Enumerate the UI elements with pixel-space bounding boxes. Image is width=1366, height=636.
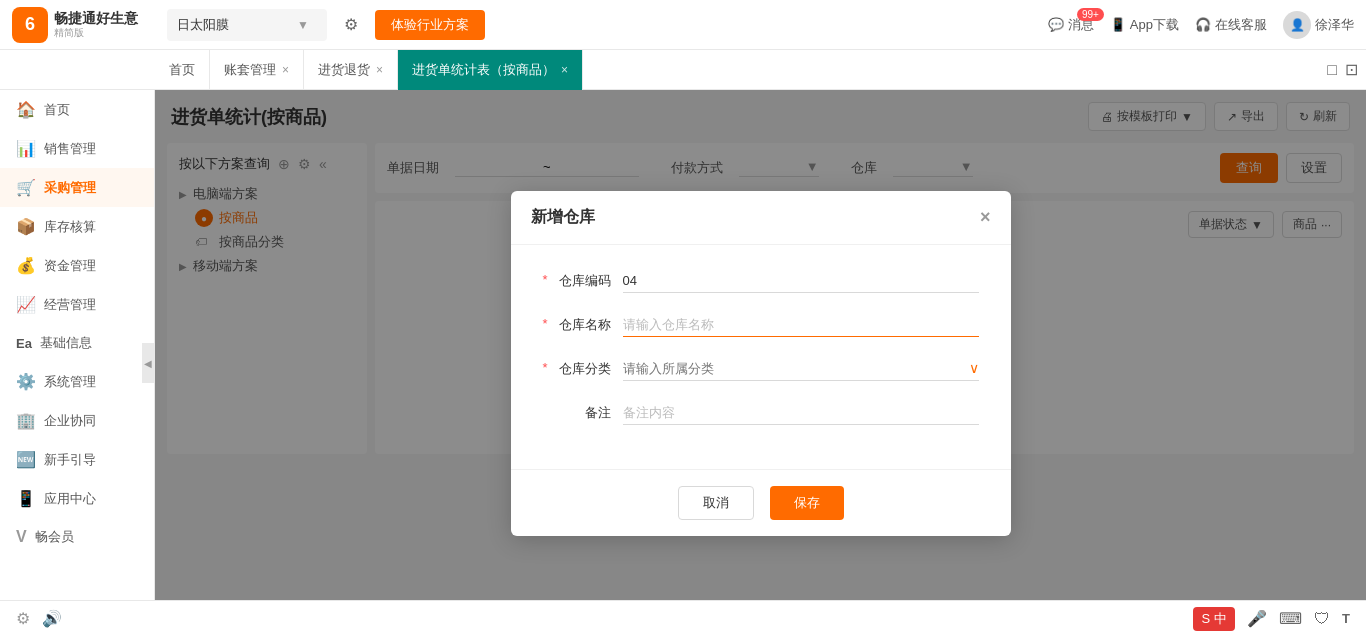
logo-title: 畅捷通好生意 (54, 10, 138, 27)
search-input[interactable] (177, 17, 297, 32)
sidebar-item-vip[interactable]: V 畅会员 (0, 518, 154, 556)
sidebar-item-operations[interactable]: 📈 经营管理 (0, 285, 154, 324)
warehouse-category-select[interactable]: ∨ (623, 357, 979, 381)
sidebar-item-enterprise[interactable]: 🏢 企业协同 (0, 401, 154, 440)
tab-home[interactable]: 首页 (155, 50, 210, 90)
sidebar-item-basic-info[interactable]: Ea 基础信息 (0, 324, 154, 362)
basic-info-icon: Ea (16, 336, 32, 351)
form-row-name: 仓库名称 (543, 313, 979, 337)
modal-title: 新增仓库 (531, 207, 595, 228)
shield-icon[interactable]: 🛡 (1314, 610, 1330, 628)
phone-icon: 📱 (1110, 17, 1126, 32)
form-label-category: 仓库分类 (543, 360, 623, 378)
avatar: 👤 (1283, 11, 1311, 39)
settings-icon[interactable]: ⚙ (335, 9, 367, 41)
bottom-sound-icon[interactable]: 🔊 (42, 609, 62, 628)
operations-icon: 📈 (16, 295, 36, 314)
logo-area: 6 畅捷通好生意 精简版 (12, 7, 167, 43)
tab-account[interactable]: 账套管理 × (210, 50, 304, 90)
main-layout: 🏠 首页 📊 销售管理 🛒 采购管理 📦 库存核算 💰 资金管理 📈 经营管理 … (0, 90, 1366, 636)
keyboard-icon[interactable]: ⌨ (1279, 609, 1302, 628)
form-label-name: 仓库名称 (543, 316, 623, 334)
modal-body: 仓库编码 仓库名称 仓库分类 (511, 245, 1011, 469)
bottom-settings-icon[interactable]: ⚙ (16, 609, 30, 628)
category-input[interactable] (623, 357, 969, 380)
sidebar-item-sales[interactable]: 📊 销售管理 (0, 129, 154, 168)
system-icon: ⚙️ (16, 372, 36, 391)
form-row-notes: 备注 (543, 401, 979, 425)
tab-close-purchase-stats[interactable]: × (561, 63, 568, 77)
save-button[interactable]: 保存 (770, 486, 844, 520)
form-label-code: 仓库编码 (543, 272, 623, 290)
text-icon[interactable]: T (1342, 611, 1350, 626)
headset-icon: 🎧 (1195, 17, 1211, 32)
modal-footer: 取消 保存 (511, 469, 1011, 536)
sidebar-item-system[interactable]: ⚙️ 系统管理 (0, 362, 154, 401)
sidebar-item-inventory[interactable]: 📦 库存核算 (0, 207, 154, 246)
messages-item[interactable]: 💬 消息 99+ (1048, 16, 1094, 34)
tab-bar: 首页 账套管理 × 进货退货 × 进货单统计表（按商品） × □ ⊡ (0, 50, 1366, 90)
logo-sub: 精简版 (54, 27, 138, 39)
logo-icon: 6 (12, 7, 48, 43)
warehouse-code-input[interactable] (623, 269, 979, 293)
sidebar-item-home[interactable]: 🏠 首页 (0, 90, 154, 129)
user-item[interactable]: 👤 徐泽华 (1283, 11, 1354, 39)
sales-icon: 📊 (16, 139, 36, 158)
form-row-category: 仓库分类 ∨ (543, 357, 979, 381)
sidebar-item-finance[interactable]: 💰 资金管理 (0, 246, 154, 285)
form-row-code: 仓库编码 (543, 269, 979, 293)
purchase-icon: 🛒 (16, 178, 36, 197)
mic-icon[interactable]: 🎤 (1247, 609, 1267, 628)
cancel-button[interactable]: 取消 (678, 486, 754, 520)
tab-close-account[interactable]: × (282, 63, 289, 77)
vip-icon: V (16, 528, 27, 546)
home-icon: 🏠 (16, 100, 36, 119)
tab-purchase-stats[interactable]: 进货单统计表（按商品） × (398, 50, 583, 90)
tab-expand-icon[interactable]: ⊡ (1345, 60, 1358, 79)
modal-overlay[interactable]: 新增仓库 × 仓库编码 仓库名称 (155, 90, 1366, 636)
header-right: 💬 消息 99+ 📱 App下载 🎧 在线客服 👤 徐泽华 (1048, 11, 1354, 39)
modal-new-warehouse: 新增仓库 × 仓库编码 仓库名称 (511, 191, 1011, 536)
guide-icon: 🆕 (16, 450, 36, 469)
sidebar: 🏠 首页 📊 销售管理 🛒 采购管理 📦 库存核算 💰 资金管理 📈 经营管理 … (0, 90, 155, 636)
trial-button[interactable]: 体验行业方案 (375, 10, 485, 40)
inventory-icon: 📦 (16, 217, 36, 236)
online-service-item[interactable]: 🎧 在线客服 (1195, 16, 1267, 34)
sidebar-item-purchase[interactable]: 🛒 采购管理 (0, 168, 154, 207)
tab-close-purchase-return[interactable]: × (376, 63, 383, 77)
category-dropdown-icon: ∨ (969, 360, 979, 376)
tab-purchase-return[interactable]: 进货退货 × (304, 50, 398, 90)
sidebar-collapse-button[interactable]: ◀ (142, 343, 154, 383)
sidebar-item-guide[interactable]: 🆕 新手引导 (0, 440, 154, 479)
message-badge: 99+ (1077, 8, 1104, 21)
app-download-item[interactable]: 📱 App下载 (1110, 16, 1179, 34)
s-icon: S (1201, 611, 1210, 626)
warehouse-name-input[interactable] (623, 313, 979, 337)
sidebar-item-app-center[interactable]: 📱 应用中心 (0, 479, 154, 518)
modal-close-button[interactable]: × (980, 208, 991, 226)
form-label-notes: 备注 (543, 404, 623, 422)
bottom-bar: ⚙ 🔊 S 中 🎤 ⌨ 🛡 T (0, 600, 1366, 636)
content-area: 进货单统计(按商品) 🖨 按模板打印 ▼ ↗ 导出 ↻ 刷新 (155, 90, 1366, 636)
search-dropdown-icon[interactable]: ▼ (297, 18, 309, 32)
enterprise-icon: 🏢 (16, 411, 36, 430)
modal-header: 新增仓库 × (511, 191, 1011, 245)
bottom-right-icons: S 中 🎤 ⌨ 🛡 T (1193, 607, 1350, 631)
tab-restore-icon[interactable]: □ (1327, 61, 1337, 79)
header-search[interactable]: ▼ (167, 9, 327, 41)
tab-right-icons: □ ⊡ (1327, 60, 1366, 79)
s-badge[interactable]: S 中 (1193, 607, 1235, 631)
app-center-icon: 📱 (16, 489, 36, 508)
warehouse-notes-input[interactable] (623, 401, 979, 425)
top-header: 6 畅捷通好生意 精简版 ▼ ⚙ 体验行业方案 💬 消息 99+ 📱 App下载… (0, 0, 1366, 50)
message-icon: 💬 (1048, 17, 1064, 32)
finance-icon: 💰 (16, 256, 36, 275)
